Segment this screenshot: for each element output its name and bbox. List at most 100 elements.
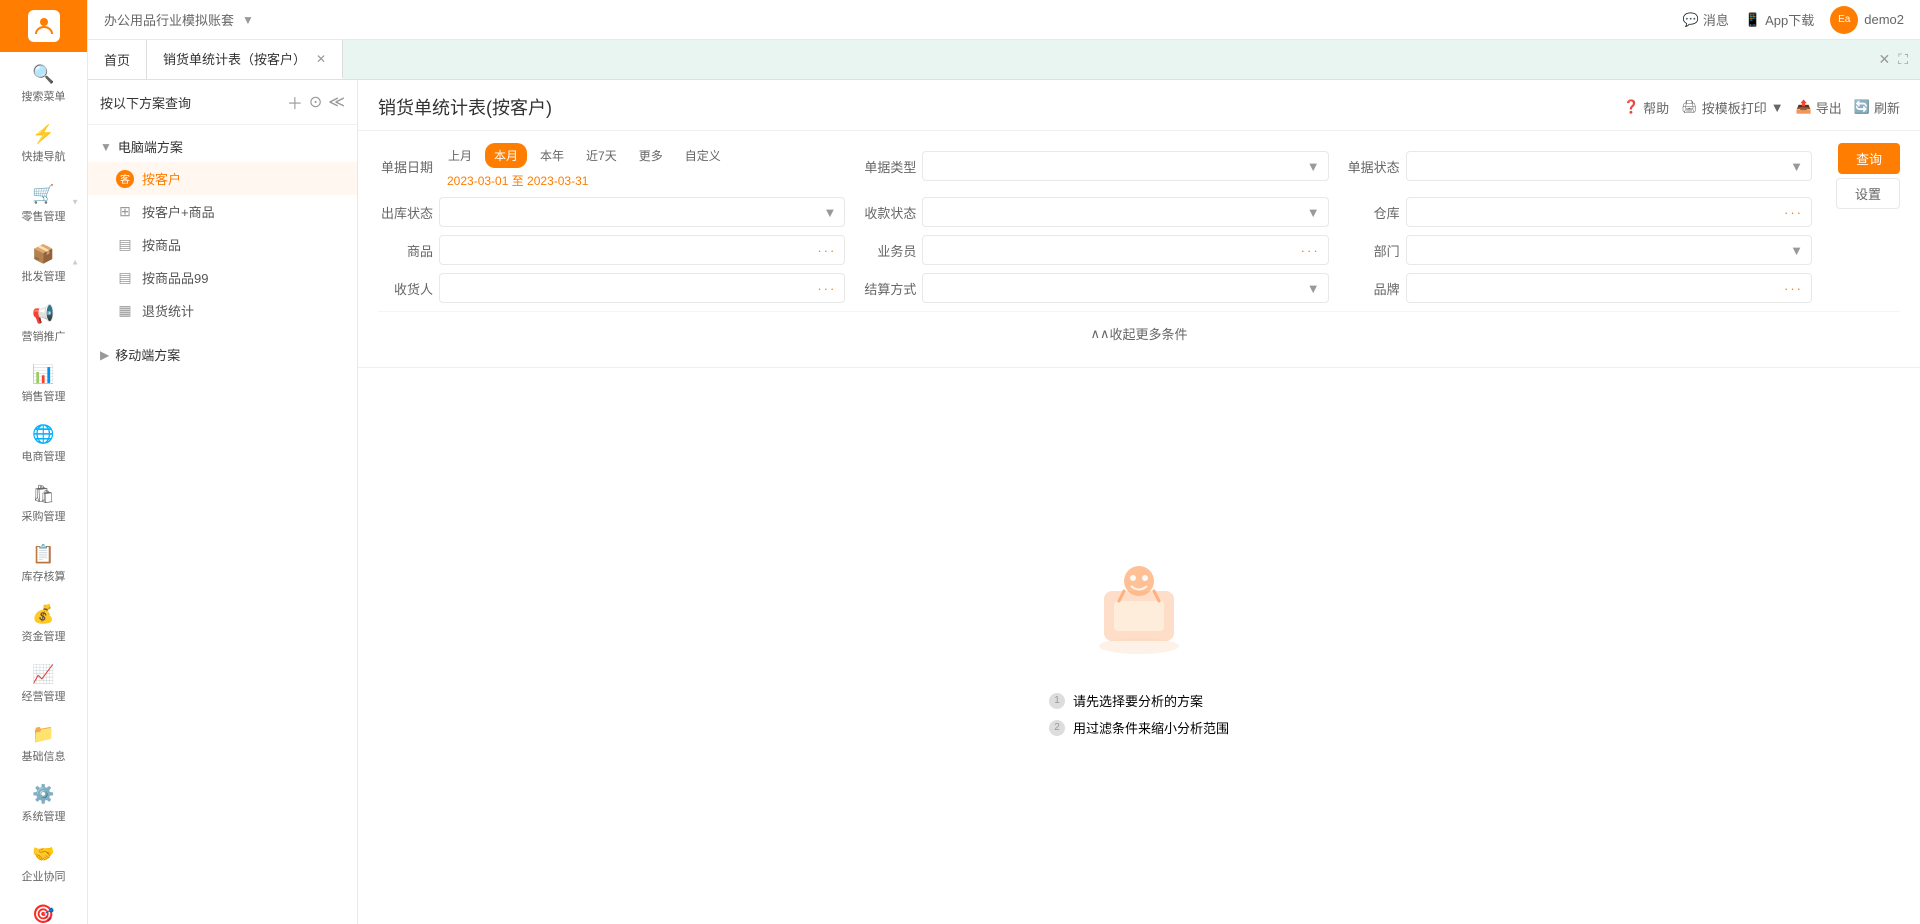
scheme-item-customer-goods[interactable]: ⊞ 按客户+商品 — [88, 195, 357, 228]
date-tab-custom[interactable]: 自定义 — [676, 143, 730, 168]
print-icon: 🖨 — [1681, 99, 1698, 115]
sidebar-item-quick[interactable]: ⚡ 快捷导航 — [0, 112, 87, 172]
sidebar-item-wholesale[interactable]: 📦 批发管理 — [0, 232, 87, 292]
salesperson-label: 业务员 — [861, 241, 916, 260]
doc-status-input[interactable]: ▼ — [1406, 151, 1812, 181]
empty-hint-2-text: 用过滤条件来缩小分析范围 — [1073, 718, 1229, 737]
scheme-group-mobile-header[interactable]: ▶ 移动端方案 — [88, 339, 357, 370]
date-tab-this-year[interactable]: 本年 — [531, 143, 573, 168]
scheme-group-desktop-header[interactable]: ▼ 电脑端方案 — [88, 131, 357, 162]
export-button[interactable]: 📤 导出 — [1796, 98, 1842, 117]
out-status-input[interactable]: ▼ — [439, 197, 845, 227]
finance-icon: 💰 — [32, 604, 54, 625]
salesperson-input[interactable]: ··· — [922, 235, 1328, 265]
avatar-initials: Ea — [1838, 14, 1850, 25]
scheme-add-icon[interactable]: ＋ — [287, 90, 303, 114]
scheme-settings-icon[interactable]: ⊙ — [309, 92, 322, 112]
sidebar-item-inventory-label: 库存核算 — [22, 568, 66, 584]
department-input[interactable]: ▼ — [1406, 235, 1812, 265]
sidebar-item-system[interactable]: ⚙️ 系统管理 — [0, 772, 87, 832]
sidebar-item-finance[interactable]: 💰 资金管理 — [0, 592, 87, 652]
basic-icon: 📁 — [32, 724, 54, 745]
tab-close-window-button[interactable]: ✕ — [1878, 51, 1890, 68]
brand-dots-icon: ··· — [1784, 281, 1803, 296]
tab-home[interactable]: 首页 — [88, 40, 147, 79]
doc-type-arrow-icon: ▼ — [1307, 159, 1320, 174]
sidebar-item-ecommerce[interactable]: 🌐 电商管理 — [0, 412, 87, 472]
sidebar-item-newbie[interactable]: 🎯 新手引导 — [0, 892, 87, 924]
scheme-item-by-goods[interactable]: ▤ 按商品 — [88, 228, 357, 261]
collapse-area: ∧∧ 收起更多条件 — [378, 311, 1900, 355]
tab-sales-stat[interactable]: 销货单统计表（按客户） ✕ — [147, 40, 343, 79]
sidebar-item-marketing[interactable]: 📢 营销推广 — [0, 292, 87, 352]
date-tab-last-month[interactable]: 上月 — [439, 143, 481, 168]
tabbar: 首页 销货单统计表（按客户） ✕ ✕ ⛶ — [88, 40, 1920, 80]
filter-area: 单据日期 上月 本月 本年 近7天 更多 自定义 — [358, 131, 1920, 368]
scheme-collapse-icon[interactable]: ≪ — [328, 92, 345, 112]
topbar-arrow: ▼ — [242, 13, 254, 27]
warehouse-input[interactable]: ··· — [1406, 197, 1812, 227]
sidebar-item-basic[interactable]: 📁 基础信息 — [0, 712, 87, 772]
help-button[interactable]: ❓ 帮助 — [1623, 98, 1669, 117]
content-area: 按以下方案查询 ＋ ⊙ ≪ ▼ 电脑端方案 客 按客户 ⊞ — [88, 80, 1920, 924]
collapse-button[interactable]: ∧∧ 收起更多条件 — [1074, 318, 1203, 349]
sidebar-item-operations[interactable]: 📈 经营管理 — [0, 652, 87, 712]
sidebar-item-enterprise[interactable]: 🤝 企业协同 — [0, 832, 87, 892]
date-tab-more[interactable]: 更多 — [630, 143, 672, 168]
sidebar-item-ecommerce-label: 电商管理 — [22, 448, 66, 464]
sidebar-item-purchase[interactable]: 🛍 采购管理 — [0, 472, 87, 532]
tab-close-icon[interactable]: ✕ — [316, 52, 326, 66]
print-arrow-icon: ▼ — [1771, 100, 1784, 115]
mobile-expand-icon: ▶ — [100, 348, 109, 362]
refresh-icon: 🔄 — [1854, 99, 1870, 115]
brand-input[interactable]: ··· — [1406, 273, 1812, 303]
scheme-panel-actions: ＋ ⊙ ≪ — [287, 90, 345, 114]
scheme-item-by-customer[interactable]: 客 按客户 — [88, 162, 357, 195]
print-label: 按模板打印 — [1702, 98, 1767, 117]
filter-row-1: 单据日期 上月 本月 本年 近7天 更多 自定义 — [378, 143, 1812, 189]
sidebar-item-search-label: 搜索菜单 — [22, 88, 66, 104]
settlement-input[interactable]: ▼ — [922, 273, 1328, 303]
empty-hint-1-text: 请先选择要分析的方案 — [1073, 691, 1203, 710]
query-button[interactable]: 查询 — [1838, 143, 1900, 174]
set-button[interactable]: 设置 — [1836, 178, 1900, 209]
doc-status-label: 单据状态 — [1345, 157, 1400, 176]
goods-label: 商品 — [378, 241, 433, 260]
sidebar-item-retail[interactable]: 🛒 零售管理 — [0, 172, 87, 232]
user-name: demo2 — [1864, 12, 1904, 27]
sidebar-menu: 🔍 搜索菜单 ⚡ 快捷导航 🛒 零售管理 📦 批发管理 📢 营销推广 📊 销售管… — [0, 52, 87, 924]
sidebar-item-quick-label: 快捷导航 — [22, 148, 66, 164]
scheme-item-return-stat[interactable]: ▦ 退货统计 — [88, 294, 357, 327]
page-actions: ❓ 帮助 🖨 按模板打印 ▼ 📤 导出 🔄 刷新 — [1623, 98, 1900, 117]
sidebar-item-inventory[interactable]: 📋 库存核算 — [0, 532, 87, 592]
date-tab-last-7[interactable]: 近7天 — [577, 143, 626, 168]
doc-type-input[interactable]: ▼ — [922, 151, 1328, 181]
receiver-input[interactable]: ··· — [439, 273, 845, 303]
scheme-group-mobile-label: 移动端方案 — [115, 345, 180, 364]
goods-input[interactable]: ··· — [439, 235, 845, 265]
scheme-group-desktop-label: 电脑端方案 — [118, 137, 183, 156]
date-tab-this-month[interactable]: 本月 — [485, 143, 527, 168]
date-tabs: 上月 本月 本年 近7天 更多 自定义 — [439, 143, 730, 168]
print-button[interactable]: 🖨 按模板打印 ▼ — [1681, 98, 1783, 117]
tab-maximize-button[interactable]: ⛶ — [1898, 51, 1908, 68]
filter-doc-type: 单据类型 ▼ — [861, 143, 1328, 189]
scheme-item-goods-99-label: 按商品品99 — [142, 268, 208, 287]
page-header: 销货单统计表(按客户) ❓ 帮助 🖨 按模板打印 ▼ 📤 导出 — [358, 80, 1920, 131]
left-panel: 按以下方案查询 ＋ ⊙ ≪ ▼ 电脑端方案 客 按客户 ⊞ — [88, 80, 358, 924]
sidebar-item-sales[interactable]: 📊 销售管理 — [0, 352, 87, 412]
refresh-button[interactable]: 🔄 刷新 — [1854, 98, 1900, 117]
desktop-expand-icon: ▼ — [100, 140, 112, 154]
scheme-goods99-icon: ▤ — [116, 269, 134, 287]
tab-sales-stat-label: 销货单统计表（按客户） — [163, 49, 306, 68]
warehouse-dots-icon: ··· — [1784, 205, 1803, 220]
user-area[interactable]: Ea demo2 — [1830, 6, 1904, 34]
message-button[interactable]: 💬 消息 — [1683, 10, 1729, 29]
purchase-icon: 🛍 — [32, 484, 55, 505]
sidebar-item-search[interactable]: 🔍 搜索菜单 — [0, 52, 87, 112]
payment-status-input[interactable]: ▼ — [922, 197, 1328, 227]
scheme-item-goods-99[interactable]: ▤ 按商品品99 — [88, 261, 357, 294]
ecommerce-icon: 🌐 — [32, 424, 54, 445]
app-download-button[interactable]: 📱 App下载 — [1745, 10, 1814, 29]
filter-row-4: 收货人 ··· 结算方式 ▼ — [378, 273, 1812, 303]
